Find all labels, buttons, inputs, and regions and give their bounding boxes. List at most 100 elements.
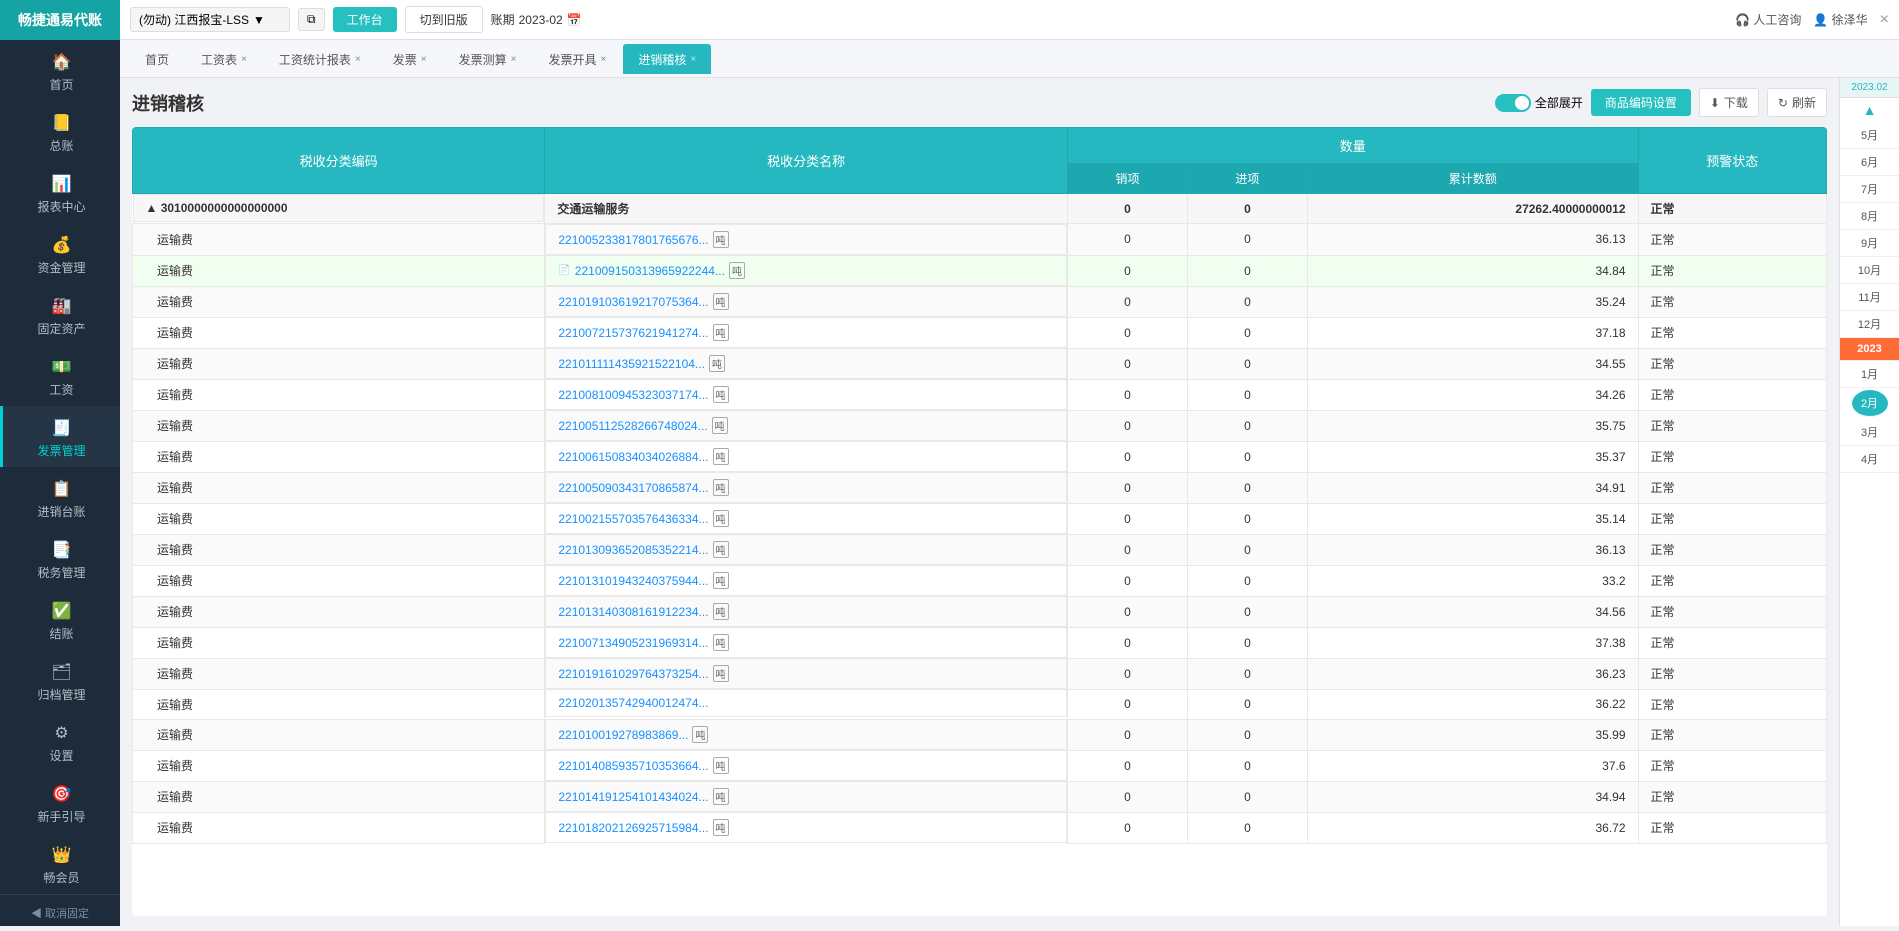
refresh-btn[interactable]: ↻ 刷新 [1767, 88, 1827, 117]
table-row[interactable]: 运输费 221008100945323037174... 吨 0 0 34.26… [133, 379, 1827, 410]
sidebar-item-sales-ledger[interactable]: 📋 进销台账 [0, 467, 120, 528]
tab-invoice-close[interactable]: × [421, 54, 427, 65]
cell-invoice: 📄 221009150313965922244... 吨 [545, 255, 1067, 286]
sidebar-item-assets[interactable]: 🏭 固定资产 [0, 284, 120, 345]
calendar-icon[interactable]: 📅 [567, 13, 582, 27]
table-row[interactable]: ▲ 3010000000000000000 交通运输服务 0 0 27262.4… [133, 194, 1827, 224]
cell-status: 正常 [1638, 194, 1826, 224]
table-row[interactable]: 运输费 221019103619217075364... 吨 0 0 35.24… [133, 286, 1827, 317]
sidebar-item-tax-mgmt[interactable]: 📑 税务管理 [0, 528, 120, 589]
tab-invoice-verify[interactable]: 发票测算 × [444, 44, 532, 74]
sidebar-item-guide[interactable]: 🎯 新手引导 [0, 772, 120, 833]
cell-sales: 0 [1068, 348, 1188, 379]
sidebar-item-home[interactable]: 🏠 首页 [0, 40, 120, 101]
month-6[interactable]: 6月 [1840, 149, 1899, 176]
invoice-mgmt-icon: 🧾 [52, 418, 72, 438]
month-5[interactable]: 5月 [1840, 122, 1899, 149]
sidebar-item-ledger[interactable]: 📒 总账 [0, 101, 120, 162]
month-12[interactable]: 12月 [1840, 311, 1899, 338]
table-row[interactable]: 运输费 221014191254101434024... 吨 0 0 34.94… [133, 781, 1827, 812]
table-row[interactable]: 运输费 221020135742940012474... 0 0 36.22 正… [133, 689, 1827, 719]
cell-sales: 0 [1068, 503, 1188, 534]
switch-version-button[interactable]: 切到旧版 [405, 6, 483, 33]
month-10[interactable]: 10月 [1840, 257, 1899, 284]
cell-sales: 0 [1068, 596, 1188, 627]
table-row[interactable]: 运输费 221011111435921522104... 吨 0 0 34.55… [133, 348, 1827, 379]
sidebar-item-invoice-mgmt[interactable]: 🧾 发票管理 [0, 406, 120, 467]
month-7[interactable]: 7月 [1840, 176, 1899, 203]
tab-payroll-stats[interactable]: 工资统计报表 × [264, 44, 376, 74]
month-9[interactable]: 9月 [1840, 230, 1899, 257]
tab-invoice[interactable]: 发票 × [378, 44, 442, 74]
tab-payroll[interactable]: 工资表 × [186, 44, 262, 74]
download-btn[interactable]: ⬇ 下载 [1699, 88, 1759, 117]
table-row[interactable]: 运输费 221007215737621941274... 吨 0 0 37.18… [133, 317, 1827, 348]
table-row[interactable]: 运输费 221005090343170865874... 吨 0 0 34.91… [133, 472, 1827, 503]
cell-sales: 0 [1068, 719, 1188, 750]
app-logo: 畅捷通易代账 [0, 0, 120, 40]
tab-invoice-open[interactable]: 发票开具 × [533, 44, 621, 74]
tab-invoice-open-close[interactable]: × [600, 54, 606, 65]
tab-home[interactable]: 首页 [130, 44, 184, 74]
month-11[interactable]: 11月 [1840, 284, 1899, 311]
table-row[interactable]: 运输费 221007134905231969314... 吨 0 0 37.38… [133, 627, 1827, 658]
close-button[interactable]: × [1880, 11, 1889, 29]
right-panel: 2023.02 ▲ 5月 6月 7月 8月 9月 10月 11月 12月 202… [1839, 78, 1899, 926]
cell-name: 运输费 [133, 658, 545, 689]
table-row[interactable]: 运输费 221013140308161912234... 吨 0 0 34.56… [133, 596, 1827, 627]
support-link[interactable]: 🎧 人工咨询 [1735, 11, 1801, 28]
sidebar-pin-toggle[interactable]: ◀ 取消固定 [0, 894, 120, 931]
sidebar-item-accounting[interactable]: ✅ 结账 [0, 589, 120, 650]
cell-sales: 0 [1068, 812, 1188, 843]
sidebar-item-reports[interactable]: 📊 报表中心 [0, 162, 120, 223]
toggle-expand[interactable]: 全部展开 [1495, 94, 1583, 112]
user-avatar[interactable]: 👤 徐泽华 [1813, 11, 1867, 28]
table-row[interactable]: 运输费 221002155703576436334... 吨 0 0 35.14… [133, 503, 1827, 534]
month-4[interactable]: 4月 [1840, 446, 1899, 473]
table-row[interactable]: 运输费 221005112528266748024... 吨 0 0 35.75… [133, 410, 1827, 441]
tab-invoice-reconcile[interactable]: 进销稽核 × [623, 44, 711, 74]
copy-button[interactable]: ⧉ [298, 8, 325, 31]
month-3[interactable]: 3月 [1840, 419, 1899, 446]
scroll-up-arrow[interactable]: ▲ [1840, 98, 1899, 122]
tab-payroll-close[interactable]: × [241, 54, 247, 65]
cell-purchase: 0 [1187, 627, 1307, 658]
sidebar-item-vip[interactable]: 👑 畅会员 [0, 833, 120, 894]
month-2[interactable]: 2月 [1852, 390, 1888, 417]
tab-invoice-reconcile-close[interactable]: × [690, 54, 696, 65]
tab-payroll-stats-close[interactable]: × [355, 54, 361, 65]
cell-purchase: 0 [1187, 224, 1307, 256]
cell-purchase: 0 [1187, 441, 1307, 472]
table-row[interactable]: 运输费 221013093652085352214... 吨 0 0 36.13… [133, 534, 1827, 565]
table-row[interactable]: 运输费 221018202126925715984... 吨 0 0 36.72… [133, 812, 1827, 843]
table-row[interactable]: 运输费 221014085935710353664... 吨 0 0 37.6 … [133, 750, 1827, 781]
archive-icon: 🗂 [51, 662, 71, 682]
table-row[interactable]: 运输费 221006150834034026884... 吨 0 0 35.37… [133, 441, 1827, 472]
cell-name: 运输费 [133, 503, 545, 534]
cell-name: 运输费 [133, 224, 545, 256]
cell-name: 运输费 [133, 534, 545, 565]
sidebar-item-settings[interactable]: ⚙ 设置 [0, 711, 120, 772]
workspace-button[interactable]: 工作台 [333, 7, 397, 32]
month-1[interactable]: 1月 [1840, 361, 1899, 388]
cell-purchase: 0 [1187, 719, 1307, 750]
sidebar-item-archive[interactable]: 🗂 归档管理 [0, 650, 120, 711]
tab-invoice-verify-close[interactable]: × [511, 54, 517, 65]
table-row[interactable]: 运输费 📄 221009150313965922244... 吨 0 0 34.… [133, 255, 1827, 286]
month-8[interactable]: 8月 [1840, 203, 1899, 230]
company-selector[interactable]: (勿动) 江西报宝-LSS ▼ [130, 7, 290, 32]
table-row[interactable]: 运输费 221013101943240375944... 吨 0 0 33.2 … [133, 565, 1827, 596]
sidebar-item-payroll[interactable]: 💵 工资 [0, 345, 120, 406]
table-row[interactable]: 运输费 221005233817801765676... 吨 0 0 36.13… [133, 224, 1827, 256]
cell-status: 正常 [1638, 441, 1826, 472]
col-status: 预警状态 [1638, 128, 1826, 194]
table-row[interactable]: 运输费 221019161029764373254... 吨 0 0 36.23… [133, 658, 1827, 689]
table-row[interactable]: 运输费 221010019278983869... 吨 0 0 35.99 正常 [133, 719, 1827, 750]
cell-purchase: 0 [1187, 348, 1307, 379]
cell-invoice: 221014085935710353664... 吨 [545, 750, 1067, 781]
cell-name: 运输费 [133, 255, 545, 286]
toggle-switch[interactable] [1495, 94, 1531, 112]
toggle-label-text: 全部展开 [1535, 94, 1583, 111]
sidebar-item-capital[interactable]: 💰 资金管理 [0, 223, 120, 284]
settings-btn[interactable]: 商品编码设置 [1591, 89, 1691, 116]
